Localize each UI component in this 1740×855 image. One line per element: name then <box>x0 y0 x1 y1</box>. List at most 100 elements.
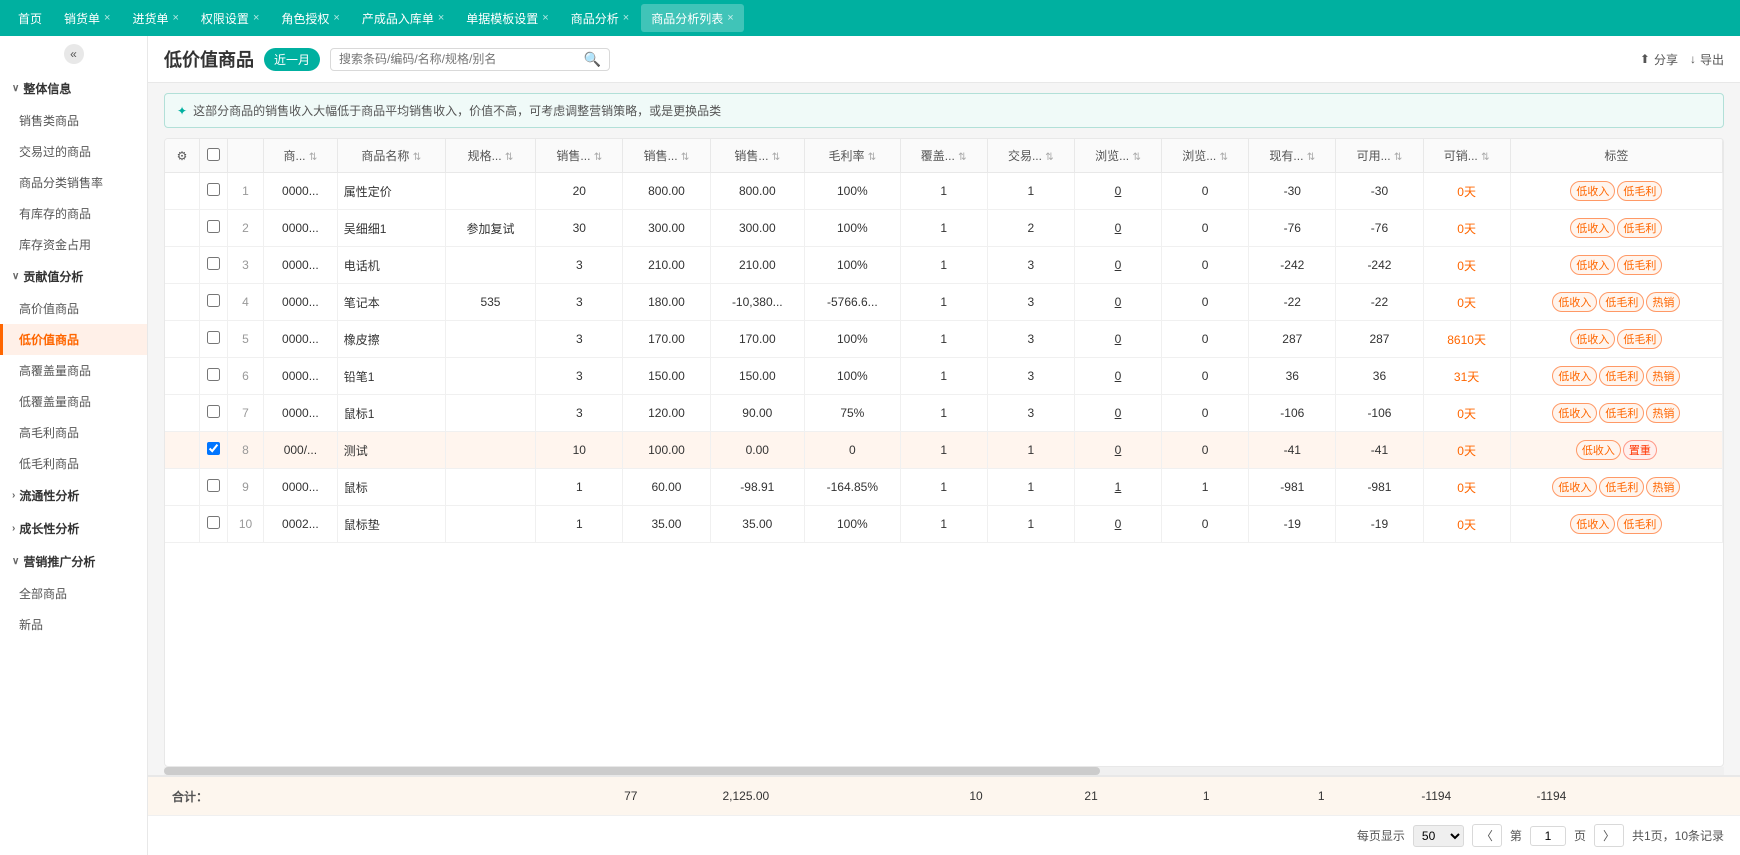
nav-permissions[interactable]: 权限设置 × <box>191 4 269 32</box>
nav-roles[interactable]: 角色授权 × <box>271 4 349 32</box>
time-filter-button[interactable]: 近一月 <box>264 48 320 71</box>
cell-checkbox[interactable] <box>200 284 228 321</box>
nav-warehouse[interactable]: 产成品入库单 × <box>352 4 454 32</box>
col-gross-margin[interactable]: 毛利率 ⇅ <box>805 139 901 173</box>
sidebar-item-sales-products[interactable]: 销售类商品 <box>0 105 147 136</box>
select-all-checkbox[interactable] <box>207 148 220 161</box>
scrollbar-thumb[interactable] <box>164 767 1100 775</box>
cell-view1[interactable]: 0 <box>1074 321 1161 358</box>
nav-sales[interactable]: 销货单 × <box>54 4 120 32</box>
cell-checkbox[interactable] <box>200 432 228 469</box>
view1-link[interactable]: 0 <box>1115 295 1122 309</box>
cell-checkbox[interactable] <box>200 210 228 247</box>
view1-link[interactable]: 0 <box>1115 184 1122 198</box>
col-view1[interactable]: 浏览... ⇅ <box>1074 139 1161 173</box>
nav-permissions-close[interactable]: × <box>253 12 259 24</box>
sidebar-item-capital[interactable]: 库存资金占用 <box>0 229 147 260</box>
col-sales-qty[interactable]: 销售... ⇅ <box>536 139 623 173</box>
nav-analysis-list-close[interactable]: × <box>727 12 733 24</box>
cell-checkbox[interactable] <box>200 173 228 210</box>
nav-product-analysis[interactable]: 商品分析 × <box>561 4 639 32</box>
nav-purchase-close[interactable]: × <box>172 12 178 24</box>
sidebar-item-low-coverage[interactable]: 低覆盖量商品 <box>0 386 147 417</box>
sidebar-item-traded-products[interactable]: 交易过的商品 <box>0 136 147 167</box>
sidebar-item-new-products[interactable]: 新品 <box>0 609 147 640</box>
per-page-select[interactable]: 50 100 200 <box>1413 825 1464 847</box>
cell-view1[interactable]: 1 <box>1074 469 1161 506</box>
cell-view1[interactable]: 0 <box>1074 358 1161 395</box>
sidebar-item-high-coverage[interactable]: 高覆盖量商品 <box>0 355 147 386</box>
col-view2[interactable]: 浏览... ⇅ <box>1162 139 1249 173</box>
nav-roles-close[interactable]: × <box>333 12 339 24</box>
view1-link[interactable]: 0 <box>1115 332 1122 346</box>
col-current[interactable]: 现有... ⇅ <box>1249 139 1336 173</box>
nav-product-analysis-close[interactable]: × <box>623 12 629 24</box>
col-tags[interactable]: 标签 <box>1510 139 1722 173</box>
row-checkbox[interactable] <box>207 479 220 492</box>
cell-view1[interactable]: 0 <box>1074 395 1161 432</box>
sidebar-item-high-value[interactable]: 高价值商品 <box>0 293 147 324</box>
cell-view1[interactable]: 0 <box>1074 432 1161 469</box>
row-checkbox[interactable] <box>207 442 220 455</box>
page-input[interactable] <box>1530 826 1566 846</box>
cell-checkbox[interactable] <box>200 469 228 506</box>
nav-purchase[interactable]: 进货单 × <box>122 4 188 32</box>
sidebar-section-growth[interactable]: › 成长性分析 <box>0 512 147 545</box>
cell-view1[interactable]: 0 <box>1074 506 1161 543</box>
sidebar-section-overview[interactable]: ∨ 整体信息 <box>0 72 147 105</box>
col-code[interactable]: 商... ⇅ <box>264 139 338 173</box>
row-checkbox[interactable] <box>207 405 220 418</box>
col-name[interactable]: 商品名称 ⇅ <box>337 139 445 173</box>
sidebar-section-marketing[interactable]: ∨ 营销推广分析 <box>0 545 147 578</box>
search-input[interactable] <box>339 52 578 66</box>
row-checkbox[interactable] <box>207 257 220 270</box>
export-button[interactable]: ↓ 导出 <box>1690 51 1724 68</box>
col-checkbox[interactable] <box>200 139 228 173</box>
view1-link[interactable]: 0 <box>1115 517 1122 531</box>
cell-view1[interactable]: 0 <box>1074 247 1161 284</box>
col-settings[interactable]: ⚙ <box>165 139 200 173</box>
col-transaction[interactable]: 交易... ⇅ <box>987 139 1074 173</box>
col-sales-price[interactable]: 销售... ⇅ <box>623 139 710 173</box>
view1-link[interactable]: 0 <box>1115 369 1122 383</box>
sidebar-section-contribution[interactable]: ∨ 贡献值分析 <box>0 260 147 293</box>
row-checkbox[interactable] <box>207 183 220 196</box>
sidebar-item-low-margin[interactable]: 低毛利商品 <box>0 448 147 479</box>
sidebar-item-all-products[interactable]: 全部商品 <box>0 578 147 609</box>
row-checkbox[interactable] <box>207 331 220 344</box>
nav-warehouse-close[interactable]: × <box>438 12 444 24</box>
col-sales-amount[interactable]: 销售... ⇅ <box>710 139 805 173</box>
sidebar-item-low-value[interactable]: 低价值商品 <box>0 324 147 355</box>
col-available[interactable]: 可用... ⇅ <box>1336 139 1423 173</box>
scrollbar[interactable] <box>164 767 1724 775</box>
col-spec[interactable]: 规格... ⇅ <box>445 139 536 173</box>
cell-checkbox[interactable] <box>200 358 228 395</box>
view1-link[interactable]: 0 <box>1115 221 1122 235</box>
nav-template[interactable]: 单据模板设置 × <box>456 4 558 32</box>
view1-link[interactable]: 0 <box>1115 406 1122 420</box>
view1-link[interactable]: 1 <box>1115 480 1122 494</box>
cell-checkbox[interactable] <box>200 247 228 284</box>
cell-checkbox[interactable] <box>200 395 228 432</box>
nav-sales-close[interactable]: × <box>104 12 110 24</box>
next-page-btn[interactable]: 〉 <box>1594 824 1624 847</box>
cell-checkbox[interactable] <box>200 506 228 543</box>
nav-analysis-list[interactable]: 商品分析列表 × <box>641 4 743 32</box>
cell-view1[interactable]: 0 <box>1074 284 1161 321</box>
nav-template-close[interactable]: × <box>542 12 548 24</box>
sidebar-item-high-margin[interactable]: 高毛利商品 <box>0 417 147 448</box>
sidebar-section-liquidity[interactable]: › 流通性分析 <box>0 479 147 512</box>
nav-home[interactable]: 首页 <box>8 4 52 32</box>
prev-page-btn[interactable]: 〈 <box>1472 824 1502 847</box>
col-coverage[interactable]: 覆盖... ⇅ <box>900 139 987 173</box>
cell-checkbox[interactable] <box>200 321 228 358</box>
share-button[interactable]: ⬆ 分享 <box>1640 51 1678 68</box>
sidebar-item-stock-products[interactable]: 有库存的商品 <box>0 198 147 229</box>
cell-view1[interactable]: 0 <box>1074 173 1161 210</box>
sidebar-collapse-btn[interactable]: « <box>64 44 84 64</box>
col-saleable[interactable]: 可销... ⇅ <box>1423 139 1510 173</box>
row-checkbox[interactable] <box>207 294 220 307</box>
row-checkbox[interactable] <box>207 368 220 381</box>
view1-link[interactable]: 0 <box>1115 258 1122 272</box>
cell-view1[interactable]: 0 <box>1074 210 1161 247</box>
